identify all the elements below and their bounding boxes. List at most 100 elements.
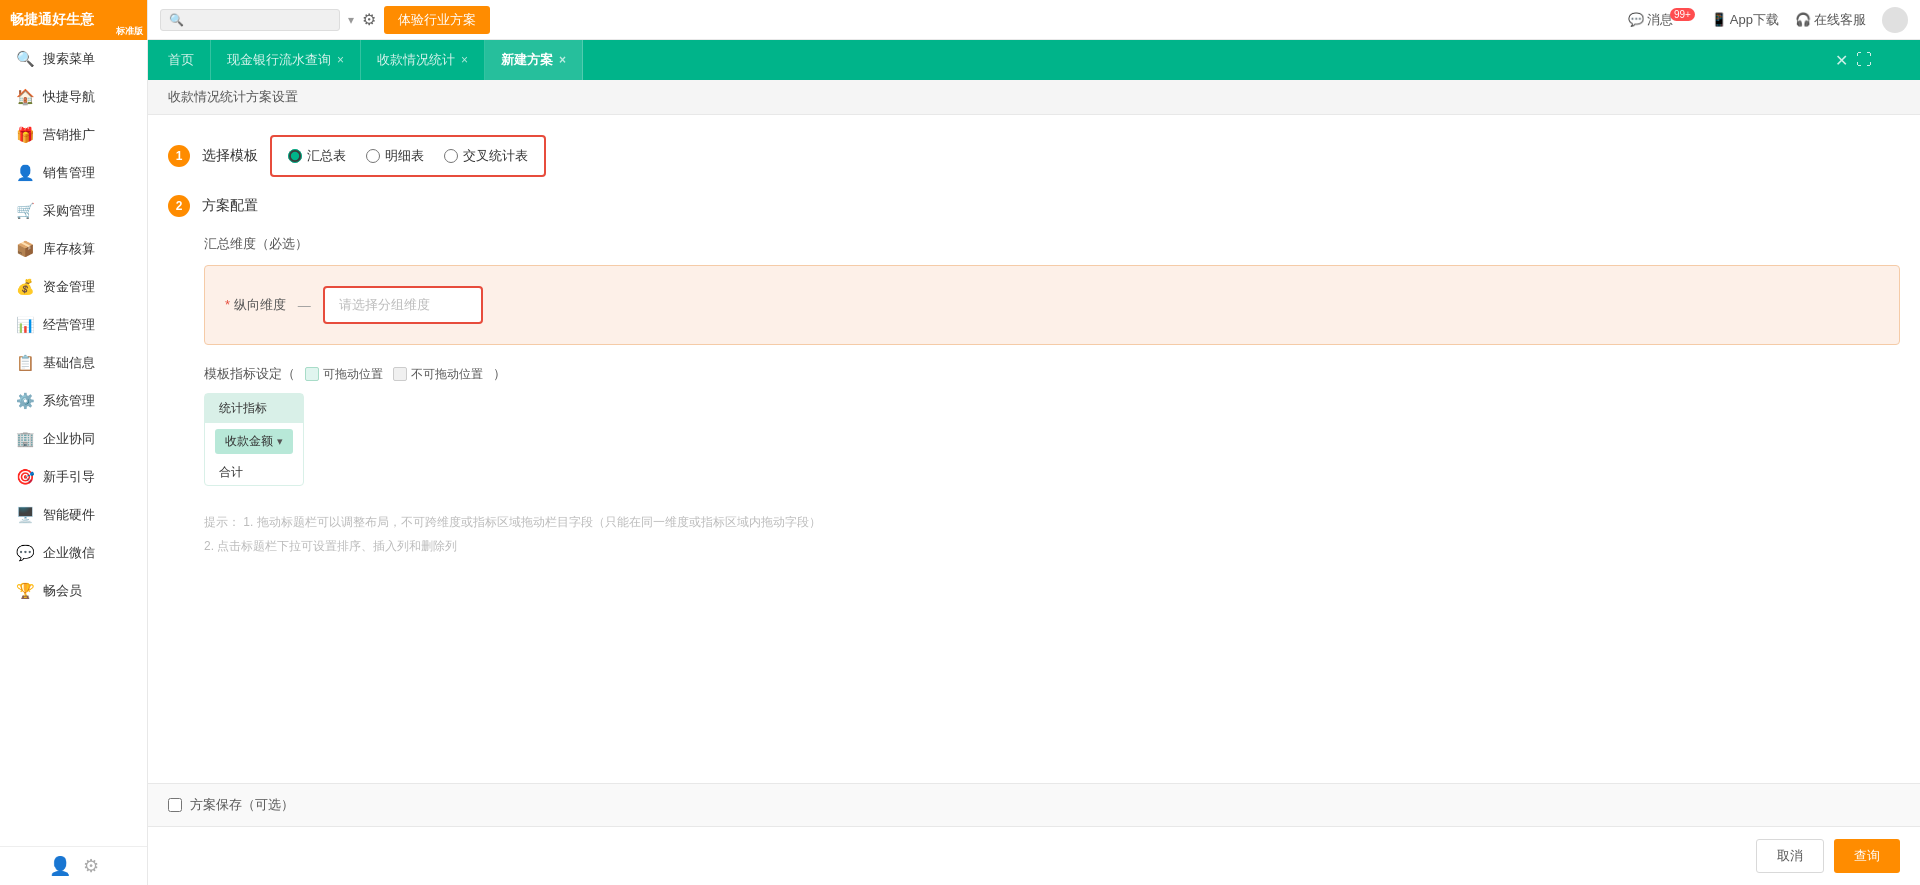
- sidebar-item-inventory[interactable]: 📦 库存核算: [0, 230, 147, 268]
- inventory-icon: 📦: [16, 240, 35, 258]
- tab-label-new_plan: 新建方案: [501, 51, 553, 69]
- step2-num: 2: [168, 195, 190, 217]
- template-detail-radio[interactable]: [366, 149, 380, 163]
- tab-home[interactable]: 首页: [148, 40, 211, 80]
- sidebar-item-operation[interactable]: 📊经营管理: [0, 306, 147, 344]
- metrics-section: 模板指标设定（ 可拖动位置 不可拖动位置 ） 统计指标: [204, 365, 1900, 486]
- close-window-btn[interactable]: ✕: [1835, 51, 1848, 70]
- sidebar-label-member: 畅会员: [43, 582, 82, 600]
- sidebar-item-fund[interactable]: 💰资金管理: [0, 268, 147, 306]
- tab-close-cashflow[interactable]: ×: [337, 53, 344, 67]
- sidebar-label-purchase: 采购管理: [43, 202, 95, 220]
- hint-1: 提示： 1. 拖动标题栏可以调整布局，不可跨维度或指标区域拖动栏目字段（只能在同…: [204, 510, 1900, 534]
- sidebar-label-wechat: 企业微信: [43, 544, 95, 562]
- tab-cashflow[interactable]: 现金银行流水查询 ×: [211, 40, 361, 80]
- save-checkbox[interactable]: [168, 798, 182, 812]
- fund-icon: 💰: [16, 278, 35, 296]
- template-cross[interactable]: 交叉统计表: [444, 147, 528, 165]
- sidebar-item-newbie[interactable]: 🎯新手引导: [0, 458, 147, 496]
- legend-fixed: 不可拖动位置: [393, 366, 483, 383]
- tabbar: 首页现金银行流水查询 ×收款情况统计 ×新建方案 × ✕ ⛶: [148, 40, 1920, 80]
- sidebar-item-marketing[interactable]: 🎁营销推广: [0, 116, 147, 154]
- user-avatar[interactable]: [1882, 7, 1908, 33]
- newbie-icon: 🎯: [16, 468, 35, 486]
- hint-1-text: 1. 拖动标题栏可以调整布局，不可跨维度或指标区域拖动栏目字段（只能在同一维度或…: [243, 515, 820, 529]
- template-detail[interactable]: 明细表: [366, 147, 424, 165]
- dropdown-arrow[interactable]: ▾: [348, 13, 354, 27]
- download-label: App下载: [1730, 11, 1779, 29]
- tabbar-actions: ✕ ⛶: [1835, 40, 1880, 80]
- operation-icon: 📊: [16, 316, 35, 334]
- sidebar-label-basic: 基础信息: [43, 354, 95, 372]
- sidebar-logo: 畅捷通好生意 标准版: [0, 0, 147, 40]
- maximize-btn[interactable]: ⛶: [1856, 51, 1872, 69]
- page-title: 收款情况统计方案设置: [168, 89, 298, 104]
- template-summary[interactable]: 汇总表: [288, 147, 346, 165]
- template-options: 汇总表 明细表 交叉统计表: [270, 135, 546, 177]
- service-item[interactable]: 🎧 在线客服: [1795, 11, 1866, 29]
- topbar: 🔍 ▾ ⚙ 体验行业方案 💬 消息 99+ 📱 App下载 🎧 在线客服: [148, 0, 1920, 40]
- user-icon[interactable]: 👤: [49, 855, 71, 877]
- sidebar-item-purchase[interactable]: 🛒 采购管理: [0, 192, 147, 230]
- sidebar-item-member[interactable]: 🏆畅会员: [0, 572, 147, 610]
- dimension-title: 汇总维度（必选）: [204, 235, 1900, 253]
- sidebar-item-system[interactable]: ⚙️系统管理: [0, 382, 147, 420]
- sidebar-label-search: 搜索菜单: [43, 50, 95, 68]
- sidebar-item-search[interactable]: 🔍搜索菜单: [0, 40, 147, 78]
- vertical-label: * 纵向维度: [225, 296, 286, 314]
- system-icon: ⚙️: [16, 392, 35, 410]
- dimension-config: 汇总维度（必选） * 纵向维度 — 请选择分组维度 模板指标设定（: [204, 235, 1900, 558]
- hint-2: 2. 点击标题栏下拉可设置排序、插入列和删除列: [204, 534, 1900, 558]
- sidebar-item-wechat[interactable]: 💬企业微信: [0, 534, 147, 572]
- sidebar-item-sales[interactable]: 👤销售管理: [0, 154, 147, 192]
- tab-new_plan[interactable]: 新建方案 ×: [485, 40, 583, 80]
- notification-badge: 99+: [1670, 8, 1695, 21]
- template-cross-radio[interactable]: [444, 149, 458, 163]
- service-label: 在线客服: [1814, 11, 1866, 29]
- gear-icon[interactable]: ⚙: [362, 10, 376, 29]
- sidebar-item-quicknav[interactable]: 🏠快捷导航: [0, 78, 147, 116]
- tab-label-collection: 收款情况统计: [377, 51, 455, 69]
- smart-icon: 🖥️: [16, 506, 35, 524]
- tab-close-collection[interactable]: ×: [461, 53, 468, 67]
- search-input[interactable]: [188, 13, 328, 27]
- tab-close-new_plan[interactable]: ×: [559, 53, 566, 67]
- sidebar-item-corp[interactable]: 🏢企业协同: [0, 420, 147, 458]
- notification-item[interactable]: 💬 消息 99+: [1628, 11, 1695, 29]
- template-summary-radio[interactable]: [288, 149, 302, 163]
- required-mark: *: [225, 297, 230, 312]
- tab-label-home: 首页: [168, 51, 194, 69]
- draggable-icon: [305, 367, 319, 381]
- sidebar-item-smart[interactable]: 🖥️ 智能硬件: [0, 496, 147, 534]
- cancel-button[interactable]: 取消: [1756, 839, 1824, 873]
- marketing-icon: 🎁: [16, 126, 35, 144]
- dimension-area: * 纵向维度 — 请选择分组维度: [204, 265, 1900, 345]
- form-section: 1 选择模板 汇总表 明细表 交叉统计表: [148, 115, 1920, 783]
- sidebar-bottom: 👤 ⚙: [0, 846, 147, 885]
- settings-icon[interactable]: ⚙: [83, 855, 99, 877]
- logo-text: 畅捷通好生意: [10, 11, 94, 29]
- sales-icon: 👤: [16, 164, 35, 182]
- template-summary-label: 汇总表: [307, 147, 346, 165]
- sidebar-item-basic[interactable]: 📋 基础信息: [0, 344, 147, 382]
- sidebar-label-inventory: 库存核算: [43, 240, 95, 258]
- sidebar-label-smart: 智能硬件: [43, 506, 95, 524]
- basic-icon: 📋: [16, 354, 35, 372]
- vertical-label-text: 纵向维度: [234, 297, 286, 312]
- hint-2-text: 2. 点击标题栏下拉可设置排序、插入列和删除列: [204, 539, 457, 553]
- footer-bar: 取消 查询: [148, 826, 1920, 885]
- service-icon: 🎧: [1795, 12, 1811, 27]
- download-item[interactable]: 📱 App下载: [1711, 11, 1779, 29]
- metrics-tag-dropdown[interactable]: ▾: [277, 435, 283, 448]
- purchase-icon: 🛒: [16, 202, 35, 220]
- dimension-select[interactable]: 请选择分组维度: [323, 286, 483, 324]
- query-button[interactable]: 查询: [1834, 839, 1900, 873]
- topbar-right: 💬 消息 99+ 📱 App下载 🎧 在线客服: [1628, 7, 1908, 33]
- metrics-tag[interactable]: 收款金额 ▾: [215, 429, 293, 454]
- search-box[interactable]: 🔍: [160, 9, 340, 31]
- tab-collection[interactable]: 收款情况统计 ×: [361, 40, 485, 80]
- hint-prefix: 提示：: [204, 515, 240, 529]
- download-icon: 📱: [1711, 12, 1727, 27]
- corp-icon: 🏢: [16, 430, 35, 448]
- industry-btn[interactable]: 体验行业方案: [384, 6, 490, 34]
